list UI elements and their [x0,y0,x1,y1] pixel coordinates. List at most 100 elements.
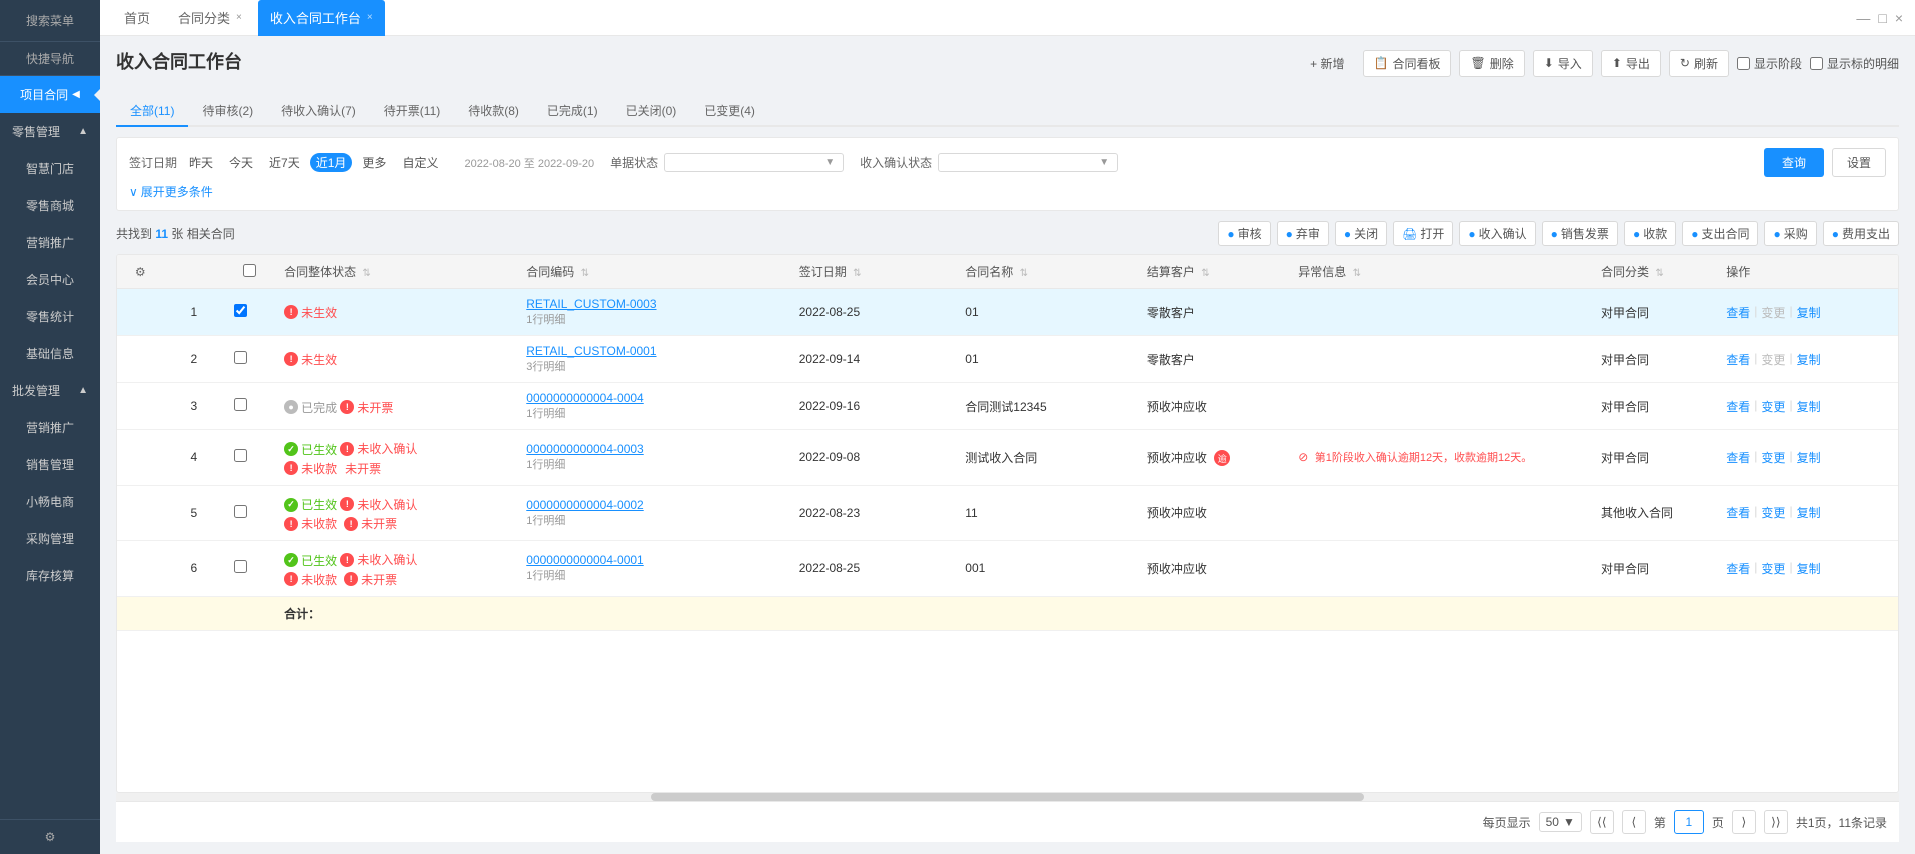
col-customer[interactable]: 结算客户 ⇅ [1137,255,1288,289]
sidebar-item-purchase-mgmt[interactable]: 采购管理 [0,520,100,557]
sidebar-item-marketing2[interactable]: 营销推广 [0,409,100,446]
print-action-btn[interactable]: 🖨 打开 [1393,221,1453,246]
sidebar-item-member[interactable]: 会员中心 [0,261,100,298]
row-checkbox[interactable] [234,398,247,411]
row-checkbox[interactable] [234,351,247,364]
status-tab-pending-confirm[interactable]: 待收入确认(7) [267,96,370,127]
col-contract-code[interactable]: 合同编码 ⇅ [516,255,788,289]
col-contract-name[interactable]: 合同名称 ⇅ [955,255,1137,289]
contract-code-link[interactable]: RETAIL_CUSTOM-0003 [526,297,778,311]
row-checkbox[interactable] [234,505,247,518]
new-button[interactable]: + 新增 [1300,51,1354,76]
date-shortcut-yesterday[interactable]: 昨天 [183,153,219,172]
income-confirm-select[interactable]: ▼ [938,153,1118,172]
sidebar-item-project[interactable]: 项目合同 ◀ [0,76,100,113]
tab-contract-type[interactable]: 合同分类 × [166,0,254,36]
copy-btn[interactable]: 复制 [1797,304,1821,321]
view-btn[interactable]: 查看 [1726,351,1750,368]
income-confirm-action-btn[interactable]: ● 收入确认 [1459,221,1535,246]
change-btn[interactable]: 变更 [1761,504,1785,521]
review-action-btn[interactable]: ● 审核 [1218,221,1270,246]
tab-home[interactable]: 首页 [112,0,162,36]
show-marks-checkbox[interactable] [1810,57,1823,70]
tab-income-contract[interactable]: 收入合同工作台 × [258,0,385,36]
date-shortcut-custom[interactable]: 自定义 [396,153,444,172]
status-tab-pending-review[interactable]: 待审核(2) [188,96,267,127]
refresh-button[interactable]: ↻ 刷新 [1669,50,1729,77]
contract-code-link[interactable]: 0000000000004-0002 [526,498,778,512]
change-btn[interactable]: 变更 [1761,351,1785,368]
sidebar-item-marketing[interactable]: 营销推广 [0,224,100,261]
contract-code-link[interactable]: 0000000000004-0004 [526,391,778,405]
sidebar-settings[interactable]: ⚙ [0,819,100,854]
horizontal-scrollbar[interactable] [116,793,1899,801]
view-btn[interactable]: 查看 [1726,304,1750,321]
sidebar-item-basic-info[interactable]: 基础信息 [0,335,100,372]
expand-filter-button[interactable]: ∨ 展开更多条件 [129,183,1886,200]
change-btn[interactable]: 变更 [1761,449,1785,466]
import-button[interactable]: ⬇ 导入 [1533,50,1593,77]
select-all-checkbox[interactable] [243,264,256,277]
sidebar-quick-nav[interactable]: 快捷导航 [0,42,100,76]
date-shortcut-last7days[interactable]: 近7天 [263,153,306,172]
status-tab-pending-invoice[interactable]: 待开票(11) [370,96,454,127]
search-button[interactable]: 查询 [1764,148,1824,177]
col-error-info[interactable]: 异常信息 ⇅ [1288,255,1591,289]
status-tab-all[interactable]: 全部(11) [116,96,188,127]
expense-action-btn[interactable]: ● 费用支出 [1823,221,1899,246]
doc-status-select[interactable]: ▼ [664,153,844,172]
contract-code-link[interactable]: 0000000000004-0001 [526,553,778,567]
view-btn[interactable]: 查看 [1726,504,1750,521]
tab-contract-type-close[interactable]: × [236,12,242,23]
status-tab-closed[interactable]: 已关闭(0) [612,96,691,127]
sidebar-item-batch-mgmt[interactable]: 批发管理 ▲ [0,372,100,409]
sidebar-item-retail-mgmt[interactable]: 零售管理 ▲ [0,113,100,150]
tab-income-contract-close[interactable]: × [367,12,373,23]
sidebar-item-smart-store[interactable]: 智慧门店 [0,150,100,187]
view-btn[interactable]: 查看 [1726,560,1750,577]
copy-btn[interactable]: 复制 [1797,398,1821,415]
purchase-action-btn[interactable]: ● 采购 [1764,221,1816,246]
copy-btn[interactable]: 复制 [1797,351,1821,368]
per-page-select[interactable]: 50 ▼ [1539,812,1582,832]
out-contract-action-btn[interactable]: ● 支出合同 [1682,221,1758,246]
sidebar-item-retail-stats[interactable]: 零售统计 [0,298,100,335]
status-tab-pending-payment[interactable]: 待收款(8) [454,96,533,127]
date-shortcut-last1month[interactable]: 近1月 [310,153,353,172]
change-btn[interactable]: 变更 [1761,560,1785,577]
show-stages-checkbox[interactable] [1737,57,1750,70]
prev-page-btn[interactable]: ⟨ [1622,810,1646,834]
date-shortcut-more[interactable]: 更多 [356,153,392,172]
export-button[interactable]: ⬆ 导出 [1601,50,1661,77]
copy-btn[interactable]: 复制 [1797,504,1821,521]
sidebar-item-sales-mgmt[interactable]: 销售管理 [0,446,100,483]
sidebar-search[interactable]: 搜索菜单 [0,0,100,42]
delete-button[interactable]: 🗑 删除 [1459,50,1524,77]
col-gear[interactable]: ⚙ [117,255,164,289]
window-close-btn[interactable]: × [1895,10,1903,26]
view-btn[interactable]: 查看 [1726,449,1750,466]
change-btn[interactable]: 变更 [1761,304,1785,321]
filter-settings-button[interactable]: 设置 [1832,148,1886,177]
window-max-btn[interactable]: □ [1878,10,1886,26]
next-page-btn[interactable]: ⟩ [1732,810,1756,834]
close-action-btn[interactable]: ● 关闭 [1335,221,1387,246]
copy-btn[interactable]: 复制 [1797,560,1821,577]
window-min-btn[interactable]: — [1856,10,1870,26]
last-page-btn[interactable]: ⟩⟩ [1764,810,1788,834]
payment-action-btn[interactable]: ● 收款 [1624,221,1676,246]
sidebar-item-retail-mall[interactable]: 零售商城 [0,187,100,224]
status-tab-completed[interactable]: 已完成(1) [533,96,612,127]
row-checkbox[interactable] [234,560,247,573]
scrollbar-thumb[interactable] [651,793,1364,801]
status-tab-changed[interactable]: 已变更(4) [690,96,769,127]
col-contract-type[interactable]: 合同分类 ⇅ [1591,255,1716,289]
col-sign-date[interactable]: 签订日期 ⇅ [789,255,956,289]
sidebar-item-xiaochang[interactable]: 小畅电商 [0,483,100,520]
sales-invoice-action-btn[interactable]: ● 销售发票 [1542,221,1618,246]
contract-code-link[interactable]: 0000000000004-0003 [526,442,778,456]
contract-panel-button[interactable]: 📋 合同看板 [1363,50,1452,77]
view-btn[interactable]: 查看 [1726,398,1750,415]
first-page-btn[interactable]: ⟨⟨ [1590,810,1614,834]
contract-code-link[interactable]: RETAIL_CUSTOM-0001 [526,344,778,358]
